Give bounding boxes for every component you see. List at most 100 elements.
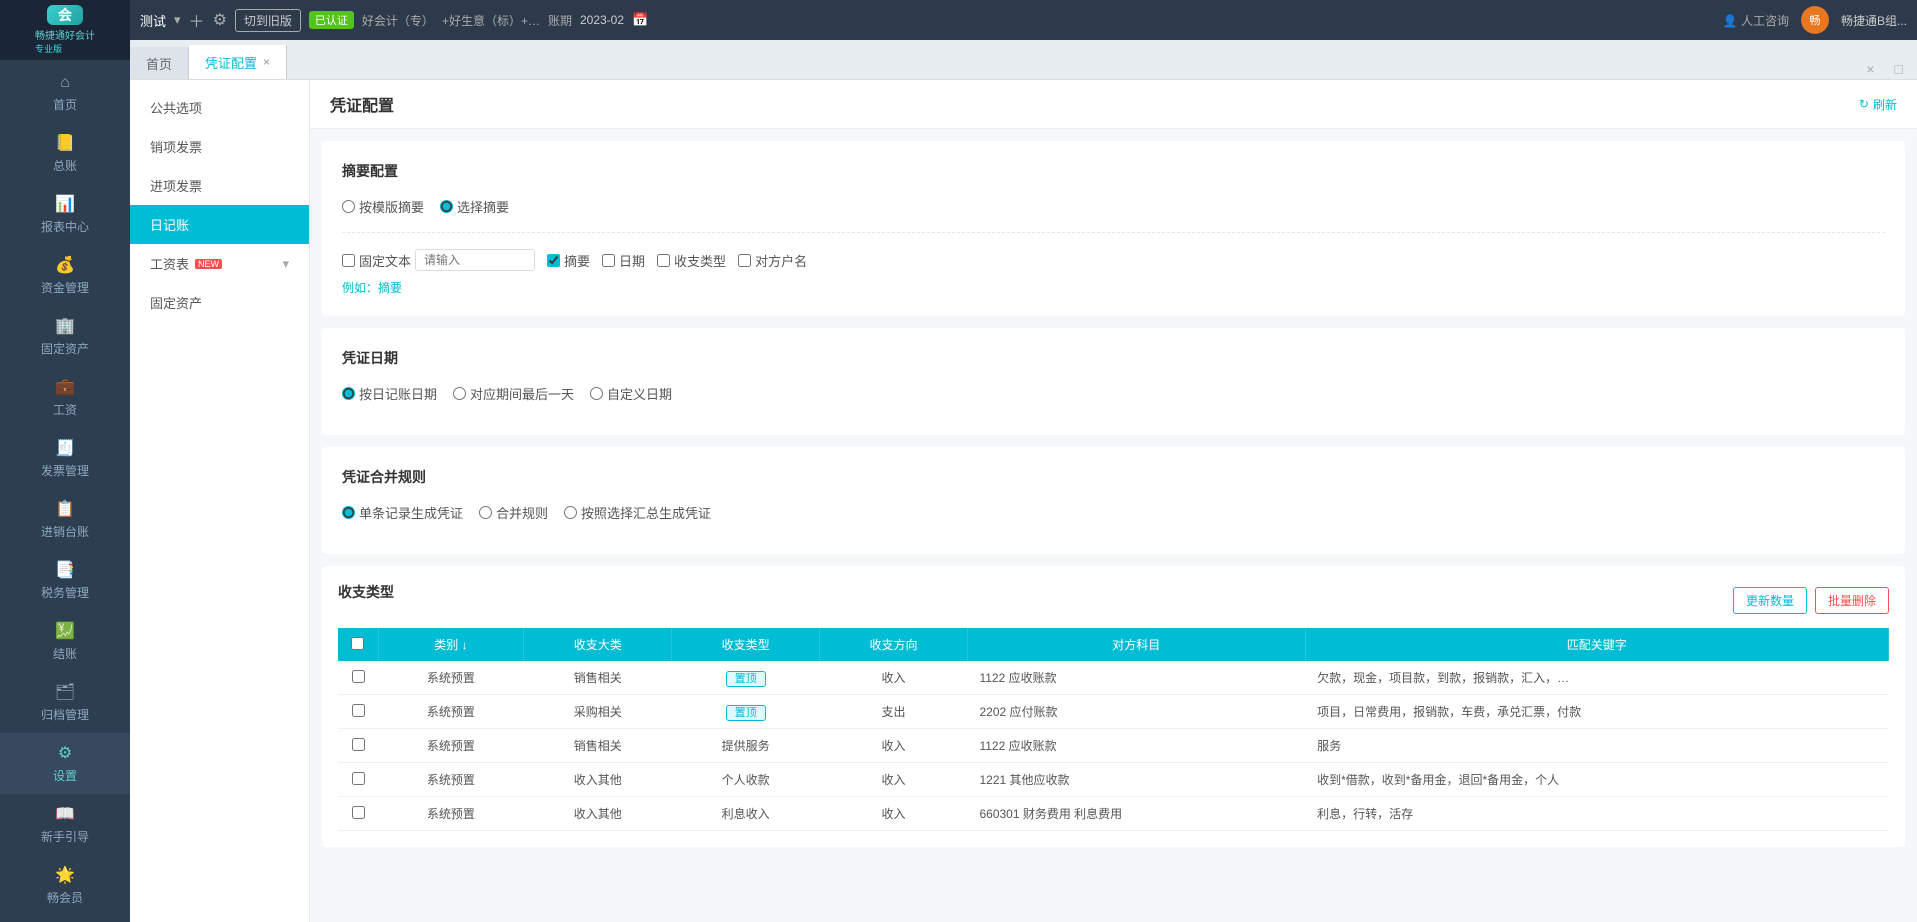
add-icon[interactable]: ＋ bbox=[189, 8, 205, 32]
checkbox-input[interactable] bbox=[342, 254, 355, 267]
tab-label: 凭证配置 bbox=[205, 53, 257, 72]
summary-radio-select[interactable]: 选择摘要 bbox=[440, 197, 509, 216]
tab-凭证配置[interactable]: 凭证配置 × bbox=[189, 45, 287, 79]
nav-icon: 🌟 bbox=[55, 865, 75, 885]
maximize-window-button[interactable]: □ bbox=[1889, 59, 1909, 79]
nav-label: 进销台账 bbox=[41, 523, 89, 540]
settings-icon[interactable]: ⚙ bbox=[213, 10, 227, 30]
sidebar-item-资金管理[interactable]: 💰资金管理 bbox=[0, 245, 130, 306]
row-checkbox[interactable] bbox=[352, 704, 365, 717]
summary-checkbox-对方户名[interactable]: 对方户名 bbox=[738, 251, 807, 270]
radio-label: 单条记录生成凭证 bbox=[359, 503, 463, 522]
workspace-dropdown[interactable]: ▾ bbox=[174, 12, 181, 28]
radio-input[interactable] bbox=[342, 200, 355, 213]
cell-keywords: 收到*借款，收到*备用金，退回*备用金，个人 bbox=[1305, 763, 1888, 797]
row-checkbox[interactable] bbox=[352, 772, 365, 785]
merge-radio-merge[interactable]: 合并规则 bbox=[479, 503, 548, 522]
radio-input[interactable] bbox=[440, 200, 453, 213]
cell-keywords: 服务 bbox=[1305, 729, 1888, 763]
cell-type: 提供服务 bbox=[672, 729, 820, 763]
nav-icon: ⚙ bbox=[58, 743, 72, 763]
left-menu-label: 固定资产 bbox=[150, 293, 202, 312]
merge-radio-summary[interactable]: 按照选择汇总生成凭证 bbox=[564, 503, 711, 522]
select-all-checkbox[interactable] bbox=[351, 637, 364, 650]
date-radio-last_day[interactable]: 对应期间最后一天 bbox=[453, 384, 574, 403]
fixed-text-input[interactable] bbox=[415, 249, 535, 271]
nav-label: 税务管理 bbox=[41, 584, 89, 601]
left-menu-item-固定资产[interactable]: 固定资产 bbox=[130, 283, 309, 322]
radio-input[interactable] bbox=[564, 506, 577, 519]
content-area: 首页凭证配置 × × □ 公共选项销项发票进项发票日记账工资表NEW▾ 固定资产 凭… bbox=[130, 40, 1917, 922]
radio-input[interactable] bbox=[342, 506, 355, 519]
consult-button[interactable]: 👤 人工咨询 bbox=[1723, 12, 1789, 29]
summary-checkbox-摘要[interactable]: 摘要 bbox=[547, 251, 590, 270]
sidebar-item-报表中心[interactable]: 📊报表中心 bbox=[0, 184, 130, 245]
nav-icon: 🏢 bbox=[55, 316, 75, 336]
certified-status: 已认证 bbox=[309, 11, 354, 29]
summary-checkbox-日期[interactable]: 日期 bbox=[602, 251, 645, 270]
sidebar-item-畅会员[interactable]: 🌟畅会员 bbox=[0, 855, 130, 916]
sidebar-item-总账[interactable]: 📒总账 bbox=[0, 123, 130, 184]
col-header-major: 收支大类 bbox=[524, 628, 672, 661]
left-menu-item-销项发票[interactable]: 销项发票 bbox=[130, 127, 309, 166]
merge-radio-single[interactable]: 单条记录生成凭证 bbox=[342, 503, 463, 522]
sidebar-nav: ⌂首页📒总账📊报表中心💰资金管理🏢固定资产💼工资🧾发票管理📋进销台账📑税务管理💹… bbox=[0, 60, 130, 922]
summary-checkbox-固定文本[interactable]: 固定文本 bbox=[342, 249, 535, 271]
override-tag[interactable]: 置顶 bbox=[726, 705, 766, 721]
date-radio-custom[interactable]: 自定义日期 bbox=[590, 384, 672, 403]
checkbox-input[interactable] bbox=[547, 254, 560, 267]
cell-keywords: 欠款，现金，项目款，到款，报销款，汇入，… bbox=[1305, 661, 1888, 695]
sidebar-item-发票管理[interactable]: 🧾发票管理 bbox=[0, 428, 130, 489]
old-version-button[interactable]: 切到旧版 bbox=[235, 9, 301, 32]
checkbox-input[interactable] bbox=[657, 254, 670, 267]
summary-radio-template[interactable]: 按模版摘要 bbox=[342, 197, 424, 216]
batch-delete-button[interactable]: 批量删除 bbox=[1815, 587, 1889, 614]
override-tag[interactable]: 置顶 bbox=[726, 671, 766, 687]
sidebar-item-固定资产[interactable]: 🏢固定资产 bbox=[0, 306, 130, 367]
sidebar-item-归档管理[interactable]: 🗂归档管理 bbox=[0, 672, 130, 733]
tab-首页[interactable]: 首页 bbox=[130, 47, 189, 79]
radio-input[interactable] bbox=[342, 387, 355, 400]
sidebar-item-税务管理[interactable]: 📑税务管理 bbox=[0, 550, 130, 611]
refresh-button[interactable]: ↻ 刷新 bbox=[1859, 96, 1897, 113]
sidebar-item-工资[interactable]: 💼工资 bbox=[0, 367, 130, 428]
checkbox-input[interactable] bbox=[738, 254, 751, 267]
cell-type: 置顶 bbox=[672, 661, 820, 695]
voucher-date-title: 凭证日期 bbox=[342, 348, 1885, 368]
cell-category: 系统预置 bbox=[378, 729, 524, 763]
close-window-button[interactable]: × bbox=[1860, 59, 1880, 79]
row-checkbox[interactable] bbox=[352, 806, 365, 819]
left-menu-item-进项发票[interactable]: 进项发票 bbox=[130, 166, 309, 205]
checkbox-input[interactable] bbox=[602, 254, 615, 267]
summary-checkbox-收支类型[interactable]: 收支类型 bbox=[657, 251, 726, 270]
table-row: 系统预置销售相关提供服务收入1122 应收账款服务 bbox=[338, 729, 1889, 763]
row-checkbox[interactable] bbox=[352, 670, 365, 683]
sidebar-item-设置[interactable]: ⚙设置 bbox=[0, 733, 130, 794]
date-radio-journal[interactable]: 按日记账日期 bbox=[342, 384, 437, 403]
consult-icon: 👤 bbox=[1723, 14, 1738, 28]
voucher-date-section: 凭证日期 按日记账日期对应期间最后一天自定义日期 bbox=[322, 328, 1905, 435]
radio-input[interactable] bbox=[453, 387, 466, 400]
checkbox-label: 日期 bbox=[619, 251, 645, 270]
left-menu: 公共选项销项发票进项发票日记账工资表NEW▾ 固定资产 bbox=[130, 80, 310, 922]
cell-type: 置顶 bbox=[672, 695, 820, 729]
left-menu-item-工资表[interactable]: 工资表NEW▾ bbox=[130, 244, 309, 283]
tab-close-icon[interactable]: × bbox=[263, 55, 270, 69]
radio-input[interactable] bbox=[590, 387, 603, 400]
radio-input[interactable] bbox=[479, 506, 492, 519]
update-count-button[interactable]: 更新数量 bbox=[1733, 587, 1807, 614]
income-expense-section: 收支类型 更新数量 批量删除 类别 ↓ 收支大类 bbox=[322, 566, 1905, 847]
left-menu-item-日记账[interactable]: 日记账 bbox=[130, 205, 309, 244]
row-checkbox[interactable] bbox=[352, 738, 365, 751]
sidebar-item-结账[interactable]: 💹结账 bbox=[0, 611, 130, 672]
summary-checkbox-group: 固定文本 摘要 日期收支类型对方户名 bbox=[342, 249, 1885, 271]
sidebar-item-新手引导[interactable]: 📖新手引导 bbox=[0, 794, 130, 855]
sidebar-item-进销台账[interactable]: 📋进销台账 bbox=[0, 489, 130, 550]
checkbox-label: 摘要 bbox=[564, 251, 590, 270]
left-menu-item-公共选项[interactable]: 公共选项 bbox=[130, 88, 309, 127]
nav-icon: 📖 bbox=[55, 804, 75, 824]
sidebar-item-首页[interactable]: ⌂首页 bbox=[0, 64, 130, 123]
col-header-category: 类别 ↓ bbox=[378, 628, 524, 661]
cell-type: 利息收入 bbox=[672, 797, 820, 831]
calendar-icon[interactable]: 📅 bbox=[632, 12, 648, 28]
